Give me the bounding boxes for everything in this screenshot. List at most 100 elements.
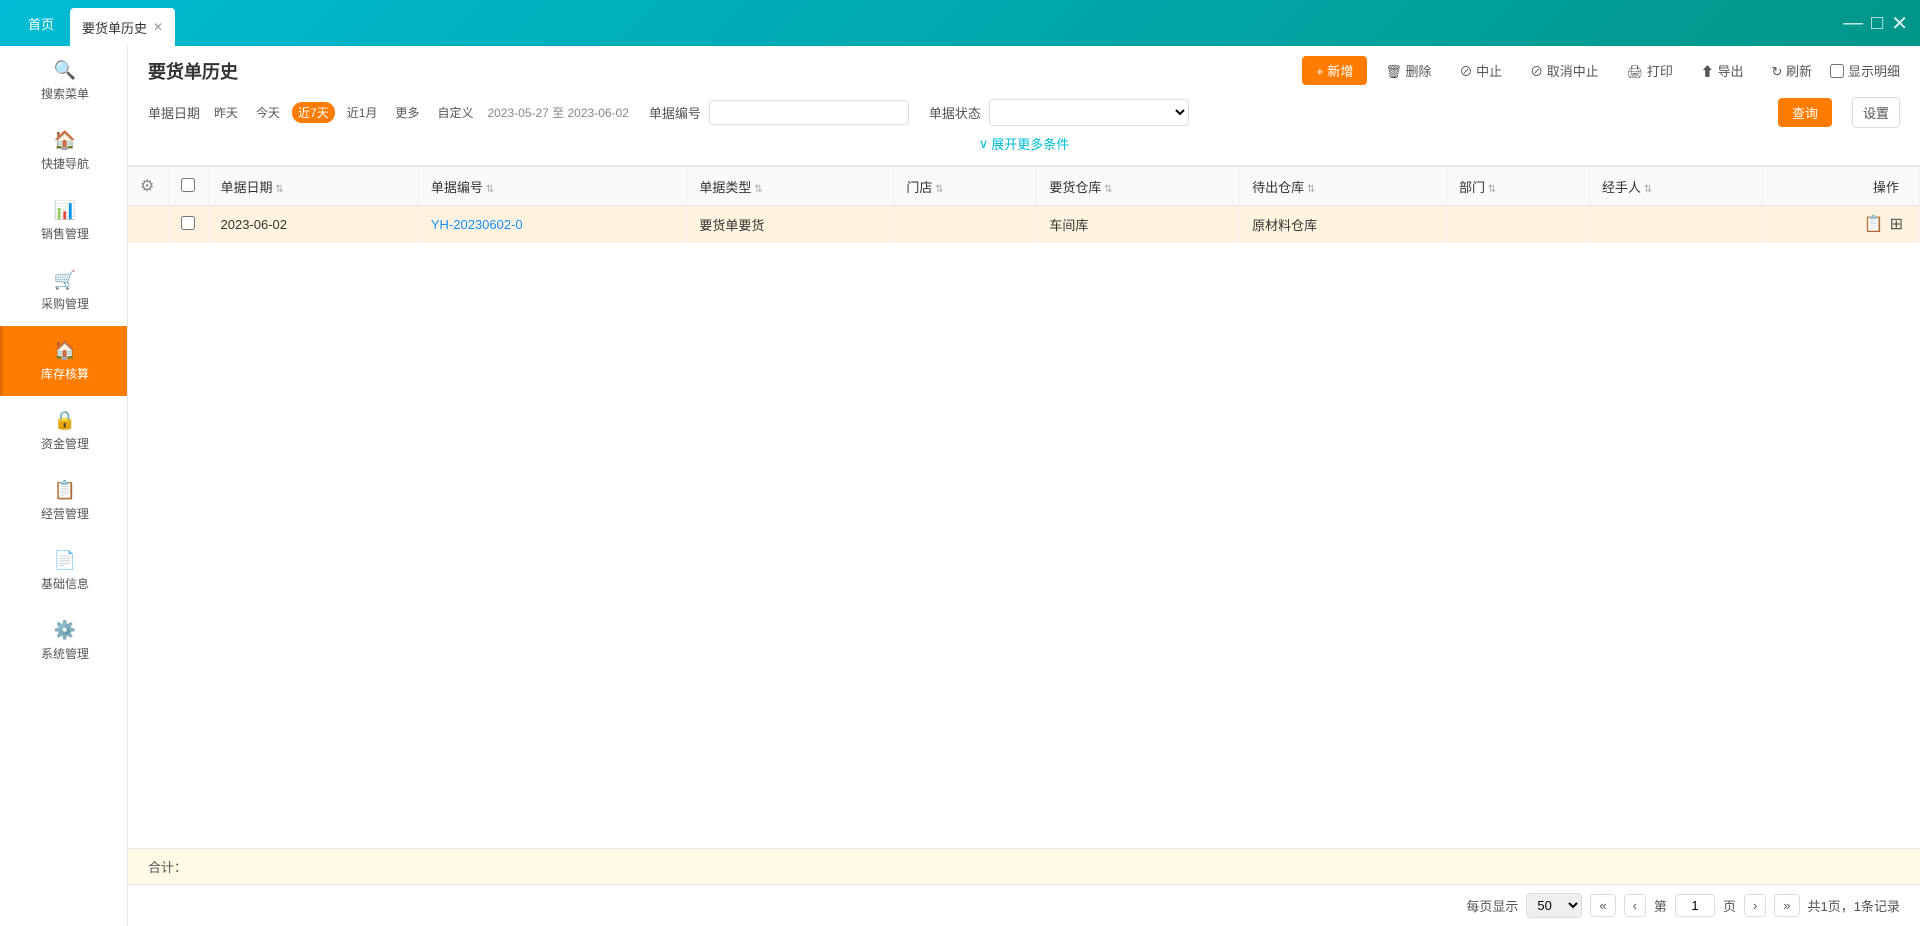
sidebar-item-label: 库存核算 xyxy=(41,365,89,382)
filter-doc-no: 单据编号 xyxy=(649,100,909,125)
delete-button[interactable]: 🗑 删除 xyxy=(1375,56,1441,85)
sidebar-item-label: 采购管理 xyxy=(41,295,89,312)
th-doc-type[interactable]: 单据类型 xyxy=(687,167,894,206)
expand-label: 展开更多条件 xyxy=(991,134,1069,153)
sidebar-item-finance[interactable]: 🔒 资金管理 xyxy=(0,396,127,466)
row-store xyxy=(894,206,1037,243)
tab-label: 要货单历史 xyxy=(82,18,147,37)
row-pending-warehouse: 原材料仓库 xyxy=(1240,206,1447,243)
doc-no-label: 单据编号 xyxy=(649,103,701,122)
tab-list: 首页 要货单历史 ✕ xyxy=(12,0,1843,46)
sidebar-item-operations[interactable]: 📋 经营管理 xyxy=(0,466,127,536)
basic-info-icon: 📄 xyxy=(54,550,76,571)
cancel-stop-button[interactable]: ⊘ 取消中止 xyxy=(1520,56,1609,85)
minimize-icon[interactable]: — xyxy=(1843,12,1863,35)
column-settings-icon[interactable]: ⚙ xyxy=(140,178,154,195)
top-bar: 首页 要货单历史 ✕ — □ ✕ xyxy=(0,0,1920,46)
th-doc-no[interactable]: 单据编号 xyxy=(418,167,687,206)
new-button[interactable]: + 新增 xyxy=(1302,56,1367,85)
sidebar-item-label: 资金管理 xyxy=(41,435,89,452)
display-detail-label: 显示明细 xyxy=(1848,61,1900,80)
last-page-button[interactable]: » xyxy=(1774,894,1799,917)
shortcut-1month[interactable]: 近1月 xyxy=(341,102,384,123)
shortcut-today[interactable]: 今天 xyxy=(250,102,286,123)
filter-expand-row: ∨ 展开更多条件 xyxy=(148,128,1900,153)
row-action-cell: 📋 ⊞ xyxy=(1762,206,1919,243)
per-page-select[interactable]: 50 10 20 100 xyxy=(1526,893,1582,918)
sidebar-item-purchase[interactable]: 🛒 采购管理 xyxy=(0,256,127,326)
table-footer: 合计： xyxy=(128,848,1920,884)
shortcut-custom[interactable]: 自定义 xyxy=(431,102,479,123)
doc-no-input[interactable] xyxy=(709,100,909,125)
per-page-label: 每页显示 xyxy=(1466,896,1518,915)
data-table: ⚙ 单据日期 单据编号 单据类型 门店 要货仓库 待出仓库 部门 xyxy=(128,167,1920,243)
sidebar-item-sales[interactable]: 📊 销售管理 xyxy=(0,186,127,256)
sidebar-item-system[interactable]: ⚙️ 系统管理 xyxy=(0,606,127,676)
status-select[interactable] xyxy=(989,99,1189,126)
query-button[interactable]: 查询 xyxy=(1778,98,1832,127)
prev-page-button[interactable]: ‹ xyxy=(1624,894,1646,917)
th-doc-date[interactable]: 单据日期 xyxy=(208,167,418,206)
current-page-prefix: 第 xyxy=(1654,896,1667,915)
sidebar-item-basic-info[interactable]: 📄 基础信息 xyxy=(0,536,127,606)
row-settings-cell xyxy=(128,206,168,243)
filter-bar: 单据日期 昨天 今天 近7天 近1月 更多 自定义 2023-05-27 至 2… xyxy=(128,91,1920,166)
system-icon: ⚙️ xyxy=(54,620,76,641)
shortcut-yesterday[interactable]: 昨天 xyxy=(208,102,244,123)
refresh-button[interactable]: ↻ 刷新 xyxy=(1761,56,1822,85)
doc-no-link[interactable]: YH-20230602-0 xyxy=(431,217,523,232)
expand-icon: ∨ xyxy=(979,136,989,152)
date-shortcuts: 昨天 今天 近7天 近1月 更多 自定义 xyxy=(208,102,479,123)
sidebar-item-label: 搜索菜单 xyxy=(41,85,89,102)
row-handler xyxy=(1589,206,1762,243)
table-row: 2023-06-02 YH-20230602-0 要货单要货 车间库 原材料仓库 xyxy=(128,206,1920,243)
settings-button[interactable]: 设置 xyxy=(1852,97,1900,128)
stop-button[interactable]: ⊘ 中止 xyxy=(1449,56,1512,85)
table-header: ⚙ 单据日期 单据编号 单据类型 门店 要货仓库 待出仓库 部门 xyxy=(128,167,1920,206)
sidebar: 🔍 搜索菜单 🏠 快捷导航 📊 销售管理 🛒 采购管理 🏠 库存核算 🔒 xyxy=(0,46,128,926)
settings-col-header: ⚙ xyxy=(128,167,168,206)
pagination-bar: 每页显示 50 10 20 100 « ‹ 第 页 › » 共1页，1条记录 xyxy=(128,884,1920,926)
row-checkbox[interactable] xyxy=(181,216,195,230)
th-req-warehouse[interactable]: 要货仓库 xyxy=(1037,167,1240,206)
page-title: 要货单历史 xyxy=(148,58,238,84)
sidebar-item-search-menu[interactable]: 🔍 搜索菜单 xyxy=(0,46,127,116)
display-detail-checkbox[interactable] xyxy=(1830,64,1844,78)
select-all-checkbox[interactable] xyxy=(181,178,195,192)
header-row: ⚙ 单据日期 单据编号 单据类型 门店 要货仓库 待出仓库 部门 xyxy=(128,167,1920,206)
row-doc-no: YH-20230602-0 xyxy=(418,206,687,243)
close-icon[interactable]: ✕ xyxy=(1891,11,1908,36)
row-delete-icon[interactable]: ⊞ xyxy=(1890,214,1903,234)
maximize-icon[interactable]: □ xyxy=(1871,12,1883,35)
print-button[interactable]: 🖨 打印 xyxy=(1617,56,1683,85)
th-store[interactable]: 门店 xyxy=(894,167,1037,206)
shortcut-more[interactable]: 更多 xyxy=(389,102,425,123)
inventory-icon: 🏠 xyxy=(54,340,76,361)
main-area: 🔍 搜索菜单 🏠 快捷导航 📊 销售管理 🛒 采购管理 🏠 库存核算 🔒 xyxy=(0,46,1920,926)
th-action: 操作 xyxy=(1762,167,1919,206)
tab-home[interactable]: 首页 xyxy=(12,0,70,46)
row-edit-icon[interactable]: 📋 xyxy=(1864,214,1884,234)
expand-filters-button[interactable]: ∨ 展开更多条件 xyxy=(979,134,1070,153)
shortcut-7days[interactable]: 近7天 xyxy=(292,102,335,123)
row-check-cell xyxy=(168,206,208,243)
total-info: 共1页，1条记录 xyxy=(1808,896,1900,915)
purchase-icon: 🛒 xyxy=(54,270,76,291)
table-container: ⚙ 单据日期 单据编号 单据类型 门店 要货仓库 待出仓库 部门 xyxy=(128,167,1920,848)
th-department[interactable]: 部门 xyxy=(1447,167,1590,206)
export-button[interactable]: ⬆ 导出 xyxy=(1691,56,1754,85)
current-page-suffix: 页 xyxy=(1723,896,1736,915)
th-handler[interactable]: 经手人 xyxy=(1589,167,1762,206)
table-body: 2023-06-02 YH-20230602-0 要货单要货 车间库 原材料仓库 xyxy=(128,206,1920,243)
sidebar-item-quick-nav[interactable]: 🏠 快捷导航 xyxy=(0,116,127,186)
toolbar: + 新增 🗑 删除 ⊘ 中止 ⊘ 取消中止 🖨 打印 ⬆ 导出 ↻ 刷新 显示明… xyxy=(1302,56,1900,85)
page-number-input[interactable] xyxy=(1675,894,1715,917)
next-page-button[interactable]: › xyxy=(1744,894,1766,917)
display-detail-toggle[interactable]: 显示明细 xyxy=(1830,61,1900,80)
operations-icon: 📋 xyxy=(54,480,76,501)
sidebar-item-inventory[interactable]: 🏠 库存核算 xyxy=(0,326,127,396)
close-tab-icon[interactable]: ✕ xyxy=(153,20,163,34)
first-page-button[interactable]: « xyxy=(1590,894,1615,917)
tab-requisition-history[interactable]: 要货单历史 ✕ xyxy=(70,8,175,46)
th-pending-warehouse[interactable]: 待出仓库 xyxy=(1240,167,1447,206)
